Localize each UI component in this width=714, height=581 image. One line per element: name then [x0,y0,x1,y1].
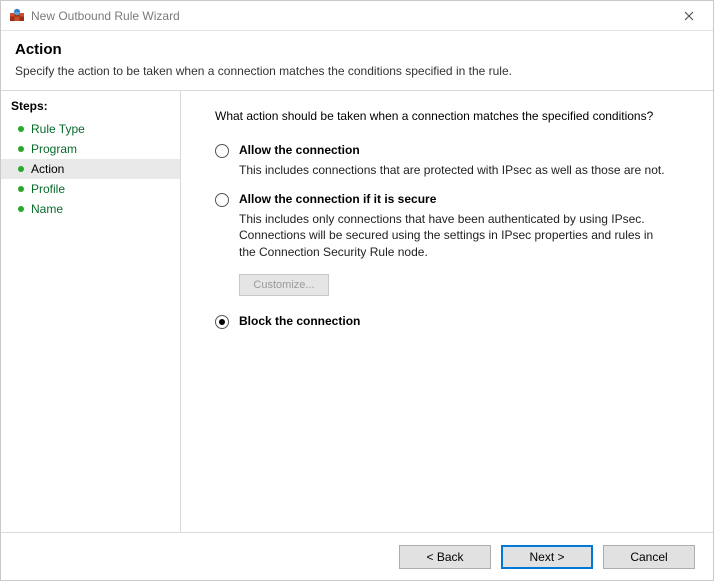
radio-allow-secure[interactable] [215,193,229,207]
bullet-icon [17,185,25,193]
page-title: Action [15,41,699,58]
steps-sidebar: Steps: Rule Type Program Action Profile [1,91,181,535]
wizard-content: What action should be taken when a conne… [181,91,713,535]
wizard-header: Action Specify the action to be taken wh… [1,31,713,91]
step-label: Name [31,202,63,216]
step-rule-type[interactable]: Rule Type [1,119,180,139]
step-label: Action [31,162,64,176]
back-button[interactable]: < Back [399,545,491,569]
customize-row: Customize... [239,274,689,296]
step-label: Program [31,142,77,156]
step-label: Rule Type [31,122,85,136]
option-allow-desc: This includes connections that are prote… [239,162,669,178]
window-title: New Outbound Rule Wizard [31,9,669,23]
option-allow-secure[interactable]: Allow the connection if it is secure [215,192,689,207]
action-prompt: What action should be taken when a conne… [215,109,689,123]
step-name[interactable]: Name [1,199,180,219]
step-label: Profile [31,182,65,196]
bullet-icon [17,125,25,133]
close-button[interactable] [669,2,709,30]
cancel-button[interactable]: Cancel [603,545,695,569]
close-icon [684,11,694,21]
option-block-label: Block the connection [239,314,360,328]
titlebar: New Outbound Rule Wizard [1,1,713,31]
firewall-icon [9,8,25,24]
steps-heading: Steps: [1,97,180,119]
page-subtitle: Specify the action to be taken when a co… [15,64,699,78]
bullet-icon [17,145,25,153]
wizard-body: Steps: Rule Type Program Action Profile [1,91,713,535]
option-allow[interactable]: Allow the connection [215,143,689,158]
bullet-icon [17,205,25,213]
bullet-icon [17,165,25,173]
step-profile[interactable]: Profile [1,179,180,199]
option-block[interactable]: Block the connection [215,314,689,329]
customize-button: Customize... [239,274,329,296]
option-allow-label: Allow the connection [239,143,360,157]
wizard-footer: < Back Next > Cancel [1,532,713,580]
option-allow-secure-label: Allow the connection if it is secure [239,192,436,206]
option-allow-secure-desc: This includes only connections that have… [239,211,669,260]
step-action[interactable]: Action [1,159,180,179]
radio-block[interactable] [215,315,229,329]
radio-allow[interactable] [215,144,229,158]
step-program[interactable]: Program [1,139,180,159]
next-button[interactable]: Next > [501,545,593,569]
